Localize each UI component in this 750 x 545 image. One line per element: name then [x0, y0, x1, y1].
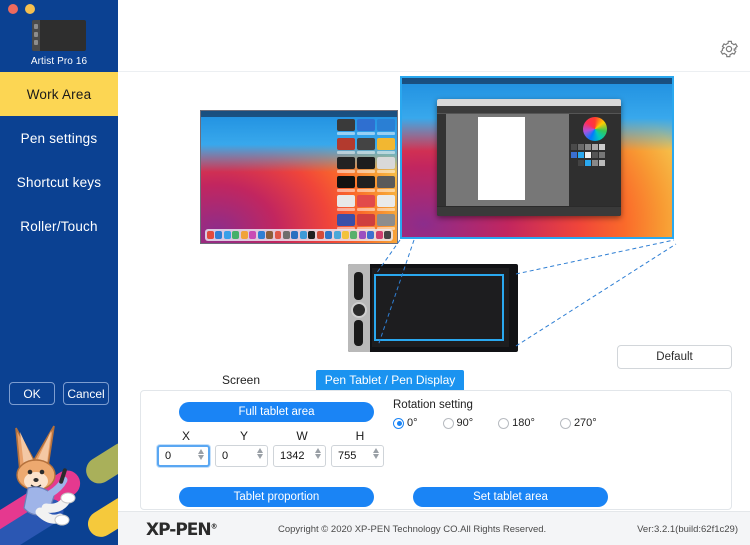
w-stepper[interactable]: [315, 448, 321, 459]
gear-icon[interactable]: [720, 40, 738, 58]
sidebar-item-label: Shortcut keys: [16, 174, 102, 190]
mapping-tabs: Screen Pen Tablet / Pen Display: [140, 370, 728, 390]
coord-labels: X Y W H: [157, 429, 407, 443]
w-input[interactable]: 1342: [273, 445, 326, 467]
version-text: Ver:3.2.1(build:62f1c29): [637, 524, 738, 535]
brand-text: XP-PEN: [146, 520, 212, 540]
sidebar-actions: OK Cancel: [0, 382, 118, 405]
sidebar-item-label: Work Area: [26, 86, 92, 102]
h-stepper[interactable]: [373, 448, 379, 459]
rotation-options: 0° 90° 180° 270°: [393, 417, 723, 429]
label-w: W: [296, 429, 308, 443]
window-controls: [8, 4, 35, 14]
content-header: [118, 0, 750, 72]
app-window-preview: [437, 98, 621, 217]
label-y: Y: [239, 429, 248, 443]
w-value: 1342: [280, 450, 305, 462]
radio-icon[interactable]: [559, 417, 571, 429]
default-button[interactable]: Default: [617, 345, 732, 369]
sidebar-item-label: Pen settings: [20, 130, 98, 146]
y-value: 0: [222, 450, 229, 462]
sidebar-item-work-area[interactable]: Work Area: [0, 72, 118, 116]
fox-mascot-icon: [15, 425, 76, 526]
full-tablet-area-button[interactable]: Full tablet area: [179, 402, 374, 422]
close-button[interactable]: [8, 4, 18, 14]
rotation-option-90[interactable]: 90°: [442, 417, 474, 429]
sidebar-item-shortcut-keys[interactable]: Shortcut keys: [0, 160, 118, 204]
sidebar: Artist Pro 16 Work Area Pen settings Sho…: [0, 0, 118, 545]
label-x: X: [181, 429, 190, 443]
active-mapping-area[interactable]: [374, 274, 504, 341]
monitor-preview-left[interactable]: [200, 110, 398, 244]
tab-screen[interactable]: Screen: [196, 370, 286, 390]
pen-display-device[interactable]: [348, 264, 518, 352]
y-input[interactable]: 0: [215, 445, 268, 467]
monitor-preview-right[interactable]: [400, 76, 674, 239]
rotation-label: 90°: [456, 417, 474, 429]
minimize-button[interactable]: [25, 4, 35, 14]
dock: [205, 229, 393, 241]
display-mapping-preview: [118, 74, 750, 364]
sidebar-item-label: Roller/Touch: [20, 218, 98, 234]
sidebar-item-roller-touch[interactable]: Roller/Touch: [0, 204, 118, 248]
brand-logo: XP-PEN®: [146, 520, 218, 540]
device-name-label: Artist Pro 16: [30, 56, 88, 67]
work-area-panel: Full tablet area X Y W H 0 0 1342 755 Ro…: [140, 390, 732, 510]
main-content: Default Screen Pen Tablet / Pen Display …: [118, 0, 750, 545]
rotation-option-0[interactable]: 0°: [393, 417, 418, 429]
copyright-text: Copyright © 2020 XP-PEN Technology CO.Al…: [278, 524, 547, 535]
y-stepper[interactable]: [257, 448, 263, 459]
sidebar-item-pen-settings[interactable]: Pen settings: [0, 116, 118, 160]
radio-icon[interactable]: [393, 417, 404, 429]
radio-icon[interactable]: [498, 417, 510, 429]
ok-button[interactable]: OK: [9, 382, 55, 405]
rotation-label: 180°: [512, 417, 535, 429]
sidebar-nav: Work Area Pen settings Shortcut keys Rol…: [0, 72, 118, 248]
app-window: Artist Pro 16 Work Area Pen settings Sho…: [0, 0, 750, 545]
roller-dial-icon: [351, 302, 367, 318]
set-tablet-area-button[interactable]: Set tablet area: [413, 487, 608, 507]
rotation-setting-title: Rotation setting: [393, 399, 473, 411]
x-value: 0: [165, 450, 172, 462]
rotation-option-180[interactable]: 180°: [498, 417, 535, 429]
area-coordinates: X Y W H 0 0 1342 755: [157, 429, 407, 467]
radio-icon[interactable]: [442, 417, 454, 429]
h-input[interactable]: 755: [331, 445, 384, 467]
cancel-button[interactable]: Cancel: [63, 382, 109, 405]
rotation-option-270[interactable]: 270°: [559, 417, 597, 429]
label-h: H: [355, 429, 365, 443]
tablet-proportion-button[interactable]: Tablet proportion: [179, 487, 374, 507]
tablet-icon: [32, 20, 86, 51]
rotation-label: 270°: [573, 417, 597, 429]
brand-mark: ®: [210, 522, 218, 531]
x-input[interactable]: 0: [157, 445, 210, 467]
h-value: 755: [338, 450, 357, 462]
tab-pen-tablet-pen-display[interactable]: Pen Tablet / Pen Display: [316, 370, 464, 390]
desktop-icons: [337, 119, 395, 230]
x-stepper[interactable]: [198, 449, 204, 460]
rotation-setting-group: Rotation setting 0° 90° 180° 270°: [393, 399, 723, 429]
mascot-illustration: [0, 412, 118, 545]
coord-inputs: 0 0 1342 755: [157, 445, 407, 467]
rotation-label: 0°: [407, 417, 418, 429]
device-selector[interactable]: Artist Pro 16: [0, 20, 118, 67]
footer: XP-PEN® Copyright © 2020 XP-PEN Technolo…: [118, 511, 750, 545]
